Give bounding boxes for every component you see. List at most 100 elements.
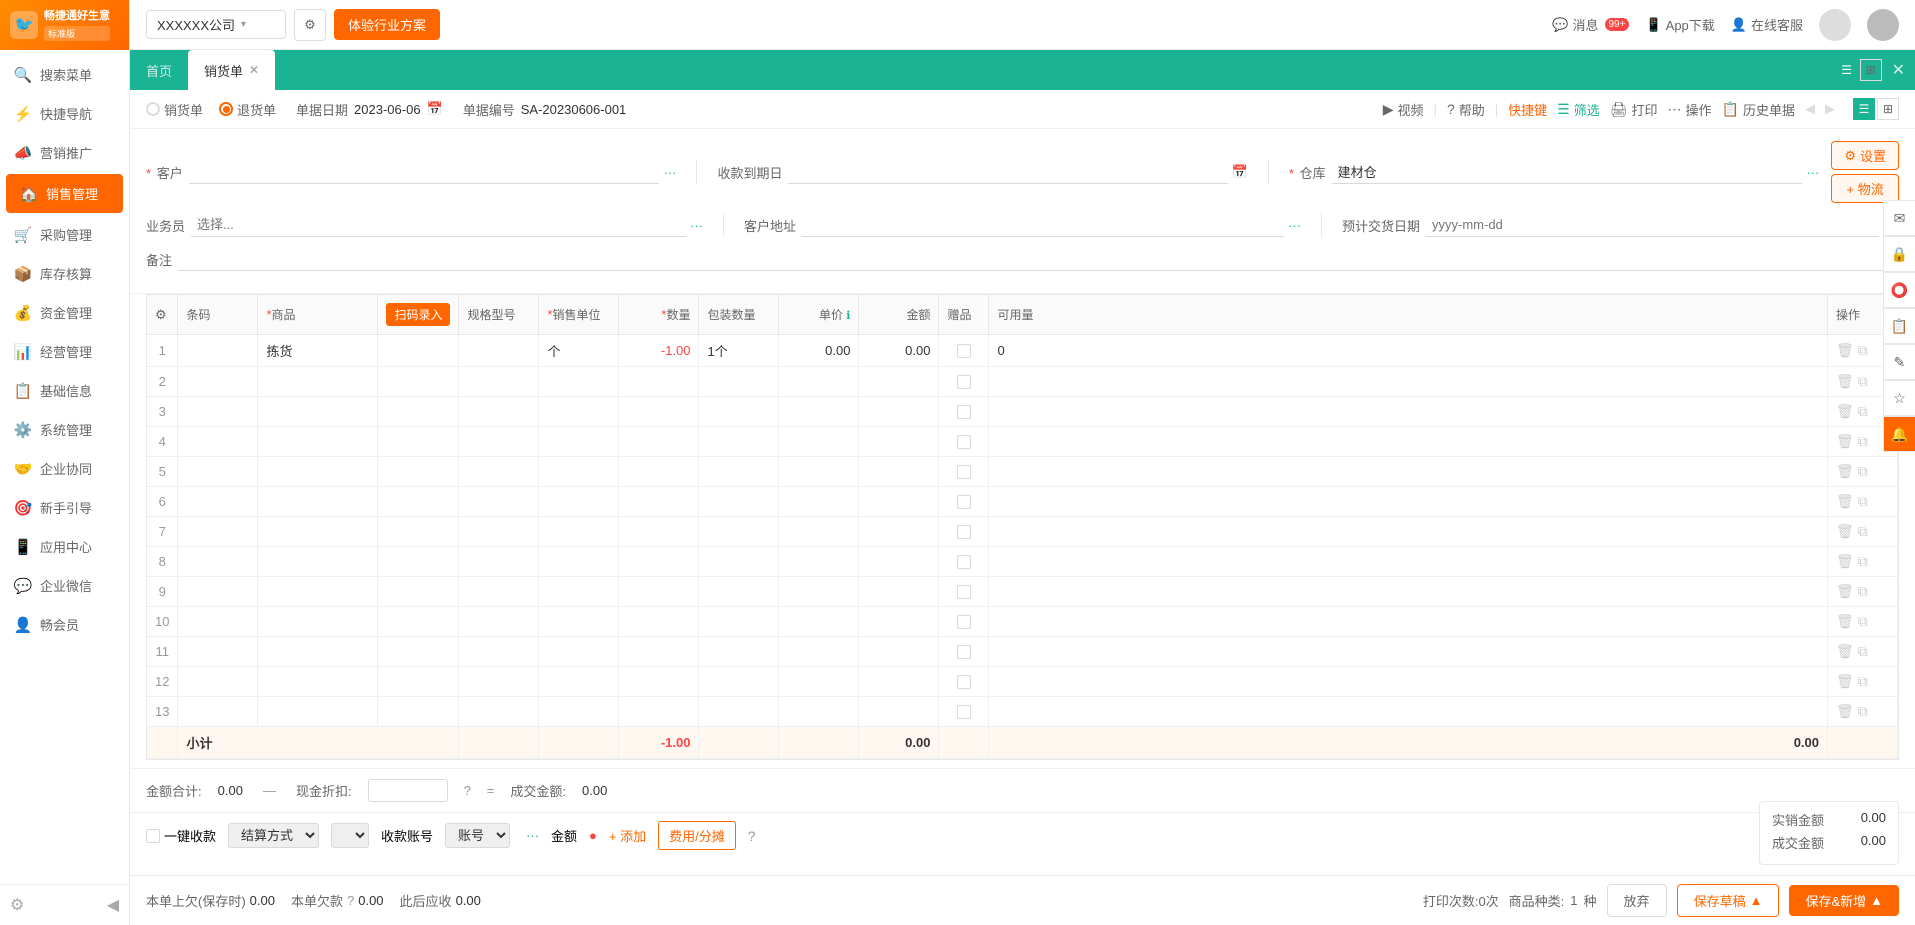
due-date-input[interactable] (788, 160, 1227, 184)
remarks-input[interactable] (178, 247, 1899, 271)
row-11-copy-icon[interactable]: ⧉ (1858, 643, 1868, 660)
gift-checkbox-1[interactable] (957, 344, 971, 358)
sales-order-radio[interactable]: 销货单 (146, 100, 203, 119)
sidebar-item-search[interactable]: 🔍 搜索菜单 (0, 55, 129, 94)
gift-checkbox-4[interactable] (957, 435, 971, 449)
row-2-product[interactable] (258, 367, 378, 397)
online-service-button[interactable]: 👤 在线客服 (1731, 15, 1803, 34)
row-2-spec[interactable] (459, 367, 539, 397)
sidebar-item-quick-nav[interactable]: ⚡ 快捷导航 (0, 94, 129, 133)
table-view-btn[interactable]: ☰ (1853, 98, 1875, 120)
settings-icon[interactable]: ⚙ (10, 895, 24, 915)
gift-checkbox-11[interactable] (957, 645, 971, 659)
gift-checkbox-2[interactable] (957, 375, 971, 389)
save-draft-button[interactable]: 保存草稿 ▲ (1677, 884, 1780, 917)
save-new-button[interactable]: 保存&新增 ▲ (1789, 885, 1899, 916)
customer-dots-icon[interactable]: ··· (663, 165, 676, 180)
discard-button[interactable]: 放弃 (1607, 884, 1667, 917)
gift-checkbox-13[interactable] (957, 705, 971, 719)
due-date-calendar-icon[interactable]: 📅 (1232, 164, 1248, 180)
message-button[interactable]: 💬 消息 99+ (1552, 15, 1629, 34)
row-5-copy-icon[interactable]: ⧉ (1858, 463, 1868, 480)
return-order-radio[interactable]: 退货单 (219, 100, 276, 119)
filter-btn[interactable]: ☰ 筛选 (1557, 100, 1600, 119)
logistics-button[interactable]: + 物流 (1831, 174, 1899, 203)
row-6-copy-icon[interactable]: ⧉ (1858, 493, 1868, 510)
account-select[interactable]: 账号 (445, 823, 510, 848)
company-selector[interactable]: XXXXXX公司 ▾ (146, 10, 286, 39)
gift-checkbox-12[interactable] (957, 675, 971, 689)
expected-delivery-input[interactable] (1426, 213, 1879, 237)
row-1-gift[interactable] (939, 335, 989, 367)
settlement-method-select[interactable] (331, 823, 369, 848)
row-1-spec[interactable] (459, 335, 539, 367)
salesperson-input[interactable] (191, 213, 686, 237)
history-btn[interactable]: 📋 历史单据 (1722, 100, 1795, 119)
row-5-delete-icon[interactable]: 🗑 (1836, 463, 1854, 480)
collapse-icon[interactable]: ◀ (107, 895, 119, 915)
tab-sales-order[interactable]: 销货单 ✕ (188, 50, 275, 90)
row-7-delete-icon[interactable]: 🗑 (1836, 523, 1854, 540)
row-1-unit-price[interactable]: 0.00 (779, 335, 859, 367)
card-view-btn[interactable]: ⊞ (1877, 98, 1899, 120)
close-all-tabs-button[interactable]: ✕ (1892, 60, 1905, 80)
row-11-delete-icon[interactable]: 🗑 (1836, 643, 1854, 660)
row-2-gift[interactable] (939, 367, 989, 397)
row-3-delete-icon[interactable]: 🗑 (1836, 403, 1854, 420)
sidebar-item-enterprise[interactable]: 🤝 企业协同 (0, 449, 129, 488)
row-1-delete-icon[interactable]: 🗑 (1836, 342, 1854, 359)
sidebar-item-finance[interactable]: 💰 资金管理 (0, 293, 129, 332)
row-1-qty[interactable]: -1.00 (619, 335, 699, 367)
float-btn-3[interactable]: ⭕ (1883, 272, 1915, 308)
sidebar-item-inventory[interactable]: 📦 库存核算 (0, 254, 129, 293)
gift-checkbox-3[interactable] (957, 405, 971, 419)
row-6-delete-icon[interactable]: 🗑 (1836, 493, 1854, 510)
row-4-copy-icon[interactable]: ⧉ (1858, 433, 1868, 450)
sidebar-item-system[interactable]: ⚙️ 系统管理 (0, 410, 129, 449)
gift-checkbox-9[interactable] (957, 585, 971, 599)
trial-button[interactable]: 体验行业方案 (334, 9, 440, 40)
warehouse-input[interactable] (1332, 160, 1803, 184)
row-12-delete-icon[interactable]: 🗑 (1836, 673, 1854, 690)
row-1-copy-icon[interactable]: ⧉ (1858, 342, 1868, 359)
payment-help-icon[interactable]: ? (748, 828, 756, 844)
gift-checkbox-6[interactable] (957, 495, 971, 509)
row-8-copy-icon[interactable]: ⧉ (1858, 553, 1868, 570)
gift-checkbox-7[interactable] (957, 525, 971, 539)
row-2-pack-qty[interactable] (699, 367, 779, 397)
row-1-barcode[interactable] (178, 335, 258, 367)
row-12-copy-icon[interactable]: ⧉ (1858, 673, 1868, 690)
row-2-copy-icon[interactable]: ⧉ (1858, 373, 1868, 390)
cash-discount-input[interactable] (368, 779, 448, 802)
row-3-copy-icon[interactable]: ⧉ (1858, 403, 1868, 420)
help-btn[interactable]: ? 帮助 (1447, 100, 1485, 119)
row-2-unit[interactable] (539, 367, 619, 397)
gift-checkbox-8[interactable] (957, 555, 971, 569)
col-config[interactable]: ⚙ (147, 295, 178, 335)
tab-home[interactable]: 首页 (130, 50, 188, 90)
float-btn-5[interactable]: ✎ (1883, 344, 1915, 380)
scan-btn[interactable]: 扫码录入 (386, 303, 450, 326)
sidebar-item-basic[interactable]: 📋 基础信息 (0, 371, 129, 410)
avatar-2[interactable] (1867, 9, 1899, 41)
add-payment-button[interactable]: + 添加 (609, 826, 646, 845)
warehouse-dots-icon[interactable]: ··· (1806, 165, 1819, 180)
sidebar-item-apps[interactable]: 📱 应用中心 (0, 527, 129, 566)
row-1-pack-qty[interactable]: 1个 (699, 335, 779, 367)
gift-checkbox-10[interactable] (957, 615, 971, 629)
current-due-help-icon[interactable]: ? (347, 893, 354, 908)
address-dots-icon[interactable]: ··· (1288, 218, 1301, 233)
salesperson-dots-icon[interactable]: ··· (690, 218, 703, 233)
row-4-delete-icon[interactable]: 🗑 (1836, 433, 1854, 450)
row-13-delete-icon[interactable]: 🗑 (1836, 703, 1854, 720)
customer-input[interactable] (189, 160, 660, 184)
shortcut-btn[interactable]: 快捷键 (1508, 100, 1547, 119)
row-13-copy-icon[interactable]: ⧉ (1858, 703, 1868, 720)
row-2-unit-price[interactable] (779, 367, 859, 397)
operation-btn[interactable]: ⋯ 操作 (1668, 100, 1712, 119)
row-7-copy-icon[interactable]: ⧉ (1858, 523, 1868, 540)
sidebar-item-guide[interactable]: 🎯 新手引导 (0, 488, 129, 527)
sidebar-item-member[interactable]: 👤 畅会员 (0, 605, 129, 644)
payment-method-select[interactable]: 结算方式 (228, 823, 319, 848)
row-2-qty[interactable] (619, 367, 699, 397)
